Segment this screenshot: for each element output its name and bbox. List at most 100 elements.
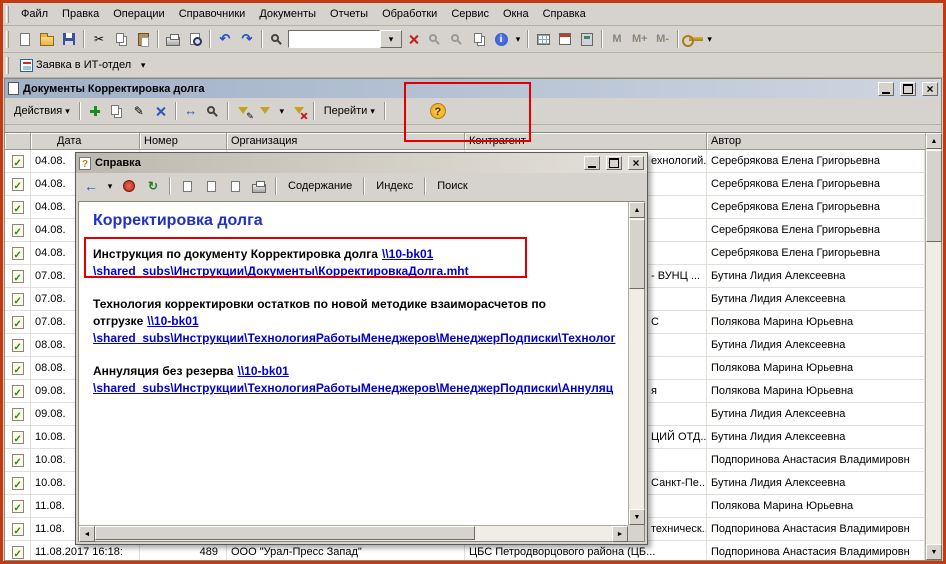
scrollbar-thumb[interactable] (629, 219, 645, 289)
back-button[interactable] (80, 175, 102, 197)
find-next-button[interactable] (424, 28, 446, 50)
help-button[interactable]: ? (427, 100, 449, 122)
edit-button[interactable] (128, 100, 150, 122)
toolbar-overflow-button[interactable] (137, 54, 149, 76)
index-button[interactable]: Индекс (370, 176, 419, 196)
menu-help[interactable]: Справка (536, 5, 593, 23)
find-previous-button[interactable] (446, 28, 468, 50)
help-window-titlebar[interactable]: Справка (76, 153, 647, 173)
menu-operations[interactable]: Операции (106, 5, 171, 23)
copy-button[interactable] (110, 28, 132, 50)
scroll-up-button[interactable]: ▲ (629, 202, 645, 218)
help-entry-server-link[interactable]: \\10-bk01 (382, 247, 433, 261)
help-vertical-scrollbar[interactable]: ▲ ▼ (628, 202, 645, 525)
search-dropdown-button[interactable] (380, 30, 402, 48)
close-button[interactable] (922, 81, 938, 96)
help-minimize-button[interactable] (584, 156, 600, 170)
column-header-contragent[interactable]: Контрагент (465, 133, 707, 150)
info-dropdown-button[interactable] (512, 28, 524, 50)
scroll-left-button[interactable]: ◄ (79, 526, 95, 542)
restore-button[interactable] (900, 81, 916, 96)
page-option-button-2[interactable] (200, 175, 222, 197)
copy-item-button[interactable] (106, 100, 128, 122)
delete-mark-button[interactable] (150, 100, 172, 122)
toolbar-separator (424, 177, 427, 195)
calculator-button[interactable] (576, 28, 598, 50)
paste-button[interactable] (132, 28, 154, 50)
column-header-date[interactable]: Дата (31, 133, 140, 150)
scroll-down-button[interactable]: ▼ (926, 544, 942, 560)
filter-history-dropdown[interactable] (276, 100, 288, 122)
minimize-button[interactable] (878, 81, 894, 96)
find-button[interactable] (266, 28, 288, 50)
date-interval-button[interactable] (180, 100, 202, 122)
it-request-button[interactable]: Заявка в ИТ-отдел (14, 55, 137, 75)
toolbar-grip[interactable] (6, 56, 9, 74)
memory-plus-button[interactable]: M+ (628, 28, 652, 50)
documents-window-titlebar[interactable]: Документы Корректировка долга (5, 79, 941, 98)
help-print-button[interactable] (248, 175, 270, 197)
actions-button[interactable]: Действия (8, 101, 76, 121)
scrollbar-thumb[interactable] (926, 150, 942, 242)
column-header-author[interactable]: Автор (707, 133, 927, 150)
menu-file[interactable]: Файл (14, 5, 55, 23)
menu-service[interactable]: Сервис (444, 5, 496, 23)
menu-reports[interactable]: Отчеты (323, 5, 375, 23)
help-entry-path-link[interactable]: \shared_subs\Инструкции\ТехнологияРаботы… (93, 380, 623, 397)
scrollbar-thumb[interactable] (95, 526, 475, 540)
table-vertical-scrollbar[interactable]: ▲ ▼ (925, 133, 942, 560)
column-header-organization[interactable]: Организация (227, 133, 465, 150)
menu-documents[interactable]: Документы (252, 5, 323, 23)
help-entry-server-link[interactable]: \\10-bk01 (237, 364, 288, 378)
print-preview-button[interactable] (184, 28, 206, 50)
memory-recall-button[interactable]: M (606, 28, 628, 50)
cut-button[interactable] (88, 28, 110, 50)
settings-button[interactable] (681, 28, 704, 50)
toolbar-grip[interactable] (6, 30, 9, 48)
toolbar-separator (676, 30, 679, 48)
toolbar-grip[interactable] (6, 5, 9, 23)
column-header-number[interactable]: Номер (140, 133, 227, 150)
clear-filter-button[interactable] (288, 100, 310, 122)
menu-windows[interactable]: Окна (496, 5, 536, 23)
add-button[interactable] (84, 100, 106, 122)
help-maximize-button[interactable] (606, 156, 622, 170)
open-button[interactable] (36, 28, 58, 50)
contents-button[interactable]: Содержание (282, 176, 358, 196)
stop-button[interactable] (118, 175, 140, 197)
memory-minus-button[interactable]: M- (652, 28, 674, 50)
info-button[interactable] (490, 28, 512, 50)
goto-button[interactable]: Перейти (318, 101, 381, 121)
page-option-button-3[interactable] (224, 175, 246, 197)
find-in-list-button[interactable] (202, 100, 224, 122)
column-header-status[interactable] (5, 133, 31, 150)
help-close-button[interactable] (628, 156, 644, 170)
page-option-button-1[interactable] (176, 175, 198, 197)
menu-catalogs[interactable]: Справочники (172, 5, 253, 23)
help-entry-path-link[interactable]: \shared_subs\Инструкции\ТехнологияРаботы… (93, 330, 623, 347)
menu-processing[interactable]: Обработки (375, 5, 444, 23)
search-input[interactable] (288, 30, 380, 48)
print-button[interactable] (162, 28, 184, 50)
refresh-button[interactable] (142, 175, 164, 197)
search-tab-button[interactable]: Поиск (431, 176, 473, 196)
spreadsheet-button[interactable] (532, 28, 554, 50)
copy-value-button[interactable] (468, 28, 490, 50)
undo-button[interactable] (214, 28, 236, 50)
back-dropdown-button[interactable] (104, 175, 116, 197)
menu-edit[interactable]: Правка (55, 5, 106, 23)
calendar-button[interactable] (554, 28, 576, 50)
new-document-button[interactable] (14, 28, 36, 50)
help-entry-path-link[interactable]: \shared_subs\Инструкции\Документы\Коррек… (93, 263, 623, 280)
scroll-up-button[interactable]: ▲ (926, 133, 942, 149)
settings-dropdown-button[interactable] (704, 28, 716, 50)
scroll-down-button[interactable]: ▼ (629, 509, 645, 525)
save-button[interactable] (58, 28, 80, 50)
filter-sort-button[interactable] (232, 100, 254, 122)
clear-search-button[interactable] (402, 28, 424, 50)
scroll-right-button[interactable]: ► (612, 526, 628, 542)
help-entry-server-link[interactable]: \\10-bk01 (147, 314, 198, 328)
redo-button[interactable] (236, 28, 258, 50)
filter-by-value-button[interactable] (254, 100, 276, 122)
help-horizontal-scrollbar[interactable]: ◄ ► (79, 525, 628, 542)
